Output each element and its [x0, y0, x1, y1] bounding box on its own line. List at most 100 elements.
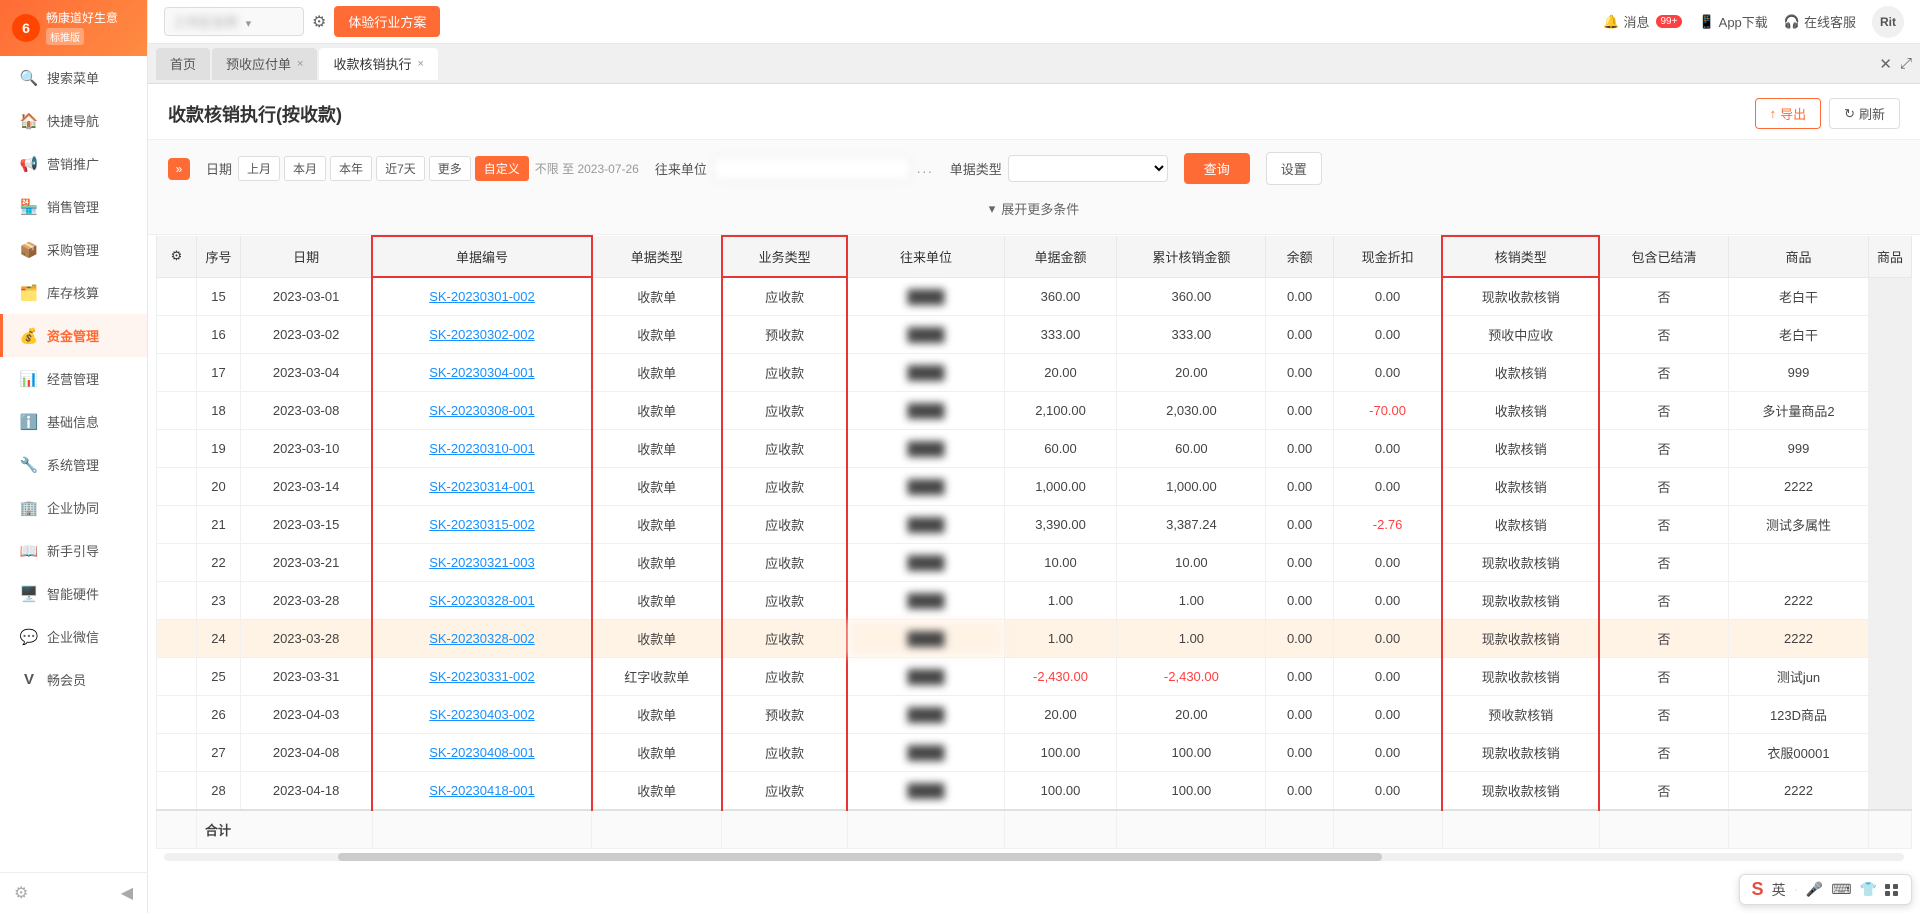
bill-no-link[interactable]: SK-20230304-001	[429, 365, 535, 380]
total-writeoff-amount	[1117, 810, 1266, 849]
bill-no-link[interactable]: SK-20230418-001	[429, 783, 535, 798]
bill-no-link[interactable]: SK-20230302-002	[429, 327, 535, 342]
tab-expand-icon[interactable]: ⤢	[1900, 55, 1912, 72]
cell-date: 2023-03-28	[241, 582, 373, 620]
cell-writeoff-type: 预收中应收	[1442, 316, 1599, 354]
th-settings[interactable]: ⚙	[157, 236, 197, 277]
sidebar-item-member[interactable]: V 畅会员	[0, 658, 147, 701]
table-row: 222023-03-21SK-20230321-003收款单应收款████10.…	[157, 544, 1912, 582]
settings-btn[interactable]: 设置	[1266, 152, 1322, 185]
cell-bill-no[interactable]: SK-20230418-001	[372, 772, 592, 811]
cell-bill-no[interactable]: SK-20230304-001	[372, 354, 592, 392]
sidebar-item-system[interactable]: 🔧 系统管理	[0, 443, 147, 486]
sidebar-item-search[interactable]: 🔍 搜索菜单	[0, 56, 147, 99]
tab-prepay[interactable]: 预收应付单 ×	[212, 48, 317, 80]
cell-partner: ████	[847, 430, 1004, 468]
tab-collect[interactable]: 收款核销执行 ×	[319, 48, 437, 80]
gear-icon[interactable]: ⚙	[312, 12, 326, 32]
sidebar-item-finance[interactable]: 💰 资金管理	[0, 314, 147, 357]
tab-home[interactable]: 首页	[156, 48, 210, 80]
billtype-select[interactable]	[1008, 155, 1168, 182]
cell-bill-no[interactable]: SK-20230331-002	[372, 658, 592, 696]
cell-include-settled: 否	[1599, 277, 1728, 316]
sidebar-item-wechat[interactable]: 💬 企业微信	[0, 615, 147, 658]
cell-bill-no[interactable]: SK-20230328-002	[372, 620, 592, 658]
tab-prepay-close[interactable]: ×	[297, 58, 303, 70]
date-btn-last-month[interactable]: 上月	[238, 156, 280, 181]
expand-conditions-btn[interactable]: ▾ 展开更多条件	[168, 195, 1900, 222]
cell-bill-no[interactable]: SK-20230403-002	[372, 696, 592, 734]
th-include-settled: 包含已结清	[1599, 236, 1728, 277]
online-service-btn[interactable]: 🎧 在线客服	[1784, 12, 1856, 31]
workspace-selector[interactable]: 工作区名称 ▾	[164, 7, 304, 36]
sidebar-item-guide[interactable]: 📖 新手引导	[0, 529, 147, 572]
sidebar-item-quicknav[interactable]: 🏠 快捷导航	[0, 99, 147, 142]
bill-no-link[interactable]: SK-20230403-002	[429, 707, 535, 722]
sidebar-item-basic[interactable]: ℹ️ 基础信息	[0, 400, 147, 443]
date-btn-this-year[interactable]: 本年	[330, 156, 372, 181]
cell-cash-discount: -70.00	[1333, 392, 1442, 430]
bill-no-link[interactable]: SK-20230314-001	[429, 479, 535, 494]
cell-writeoff-type: 现款收款核销	[1442, 277, 1599, 316]
experience-btn[interactable]: 体验行业方案	[334, 6, 440, 37]
cell-bill-no[interactable]: SK-20230301-002	[372, 277, 592, 316]
cell-bill-no[interactable]: SK-20230308-001	[372, 392, 592, 430]
bill-no-link[interactable]: SK-20230310-001	[429, 441, 535, 456]
th-bill-type: 单据类型	[592, 236, 722, 277]
cell-bill-no[interactable]: SK-20230310-001	[372, 430, 592, 468]
settings-bottom-icon[interactable]: ⚙	[14, 883, 28, 903]
date-btn-this-month[interactable]: 本月	[284, 156, 326, 181]
sidebar-item-inventory[interactable]: 🗂️ 库存核算	[0, 271, 147, 314]
ime-mic-icon[interactable]: 🎤	[1806, 881, 1823, 898]
tab-collect-close[interactable]: ×	[417, 58, 423, 70]
date-btn-custom[interactable]: 自定义	[475, 156, 529, 181]
sidebar-item-marketing[interactable]: 📢 营销推广	[0, 142, 147, 185]
cell-bill-no[interactable]: SK-20230408-001	[372, 734, 592, 772]
bill-no-link[interactable]: SK-20230308-001	[429, 403, 535, 418]
sidebar-item-sales[interactable]: 🏪 销售管理	[0, 185, 147, 228]
ime-theme-icon[interactable]: 👕	[1860, 881, 1877, 898]
bill-no-link[interactable]: SK-20230315-002	[429, 517, 535, 532]
ime-keyboard-icon[interactable]: ⌨	[1831, 881, 1851, 898]
horizontal-scrollbar[interactable]	[164, 853, 1904, 861]
wechat-icon: 💬	[19, 628, 39, 646]
sidebar-item-operations[interactable]: 📊 经营管理	[0, 357, 147, 400]
partner-input[interactable]	[713, 156, 911, 181]
cell-balance: 0.00	[1266, 544, 1333, 582]
date-btn-7days[interactable]: 近7天	[376, 156, 425, 181]
cell-bill-no[interactable]: SK-20230302-002	[372, 316, 592, 354]
refresh-btn[interactable]: ↻ 刷新	[1829, 98, 1900, 129]
cell-writeoff-type: 现款收款核销	[1442, 544, 1599, 582]
tab-close-all-icon[interactable]: ✕	[1879, 55, 1892, 73]
bill-no-link[interactable]: SK-20230328-001	[429, 593, 535, 608]
bill-no-link[interactable]: SK-20230321-003	[429, 555, 535, 570]
cell-bill-no[interactable]: SK-20230314-001	[372, 468, 592, 506]
sidebar-label-marketing: 营销推广	[47, 154, 99, 173]
bill-no-link[interactable]: SK-20230301-002	[429, 289, 535, 304]
bill-no-link[interactable]: SK-20230408-001	[429, 745, 535, 760]
cell-writeoff-type: 收款核销	[1442, 430, 1599, 468]
app-download-btn[interactable]: 📱 App下载	[1698, 12, 1767, 31]
filter-expand-btn[interactable]: »	[168, 158, 190, 180]
cell-include-settled: 否	[1599, 696, 1728, 734]
bill-no-link[interactable]: SK-20230331-002	[429, 669, 535, 684]
query-btn[interactable]: 查询	[1184, 153, 1250, 184]
messages-btn[interactable]: 🔔 消息 99+	[1603, 12, 1682, 31]
user-avatar[interactable]: Rit	[1872, 6, 1904, 38]
bill-no-link[interactable]: SK-20230328-002	[429, 631, 535, 646]
sidebar-item-purchase[interactable]: 📦 采购管理	[0, 228, 147, 271]
cell-writeoff-amount: 1.00	[1117, 620, 1266, 658]
collapse-icon[interactable]: ◀	[121, 883, 133, 903]
cell-bill-no[interactable]: SK-20230321-003	[372, 544, 592, 582]
date-btn-more[interactable]: 更多	[429, 156, 471, 181]
sidebar-item-company[interactable]: 🏢 企业协同	[0, 486, 147, 529]
cell-partner: ████	[847, 392, 1004, 430]
scrollbar-thumb[interactable]	[338, 853, 1382, 861]
ime-more-icon[interactable]	[1885, 884, 1899, 896]
cell-bill-no[interactable]: SK-20230315-002	[372, 506, 592, 544]
cell-bill-no[interactable]: SK-20230328-001	[372, 582, 592, 620]
export-btn[interactable]: ↑ 导出	[1755, 98, 1822, 129]
cell-writeoff-amount: 3,387.24	[1117, 506, 1266, 544]
sidebar-item-hardware[interactable]: 🖥️ 智能硬件	[0, 572, 147, 615]
total-bill-no	[372, 810, 592, 849]
